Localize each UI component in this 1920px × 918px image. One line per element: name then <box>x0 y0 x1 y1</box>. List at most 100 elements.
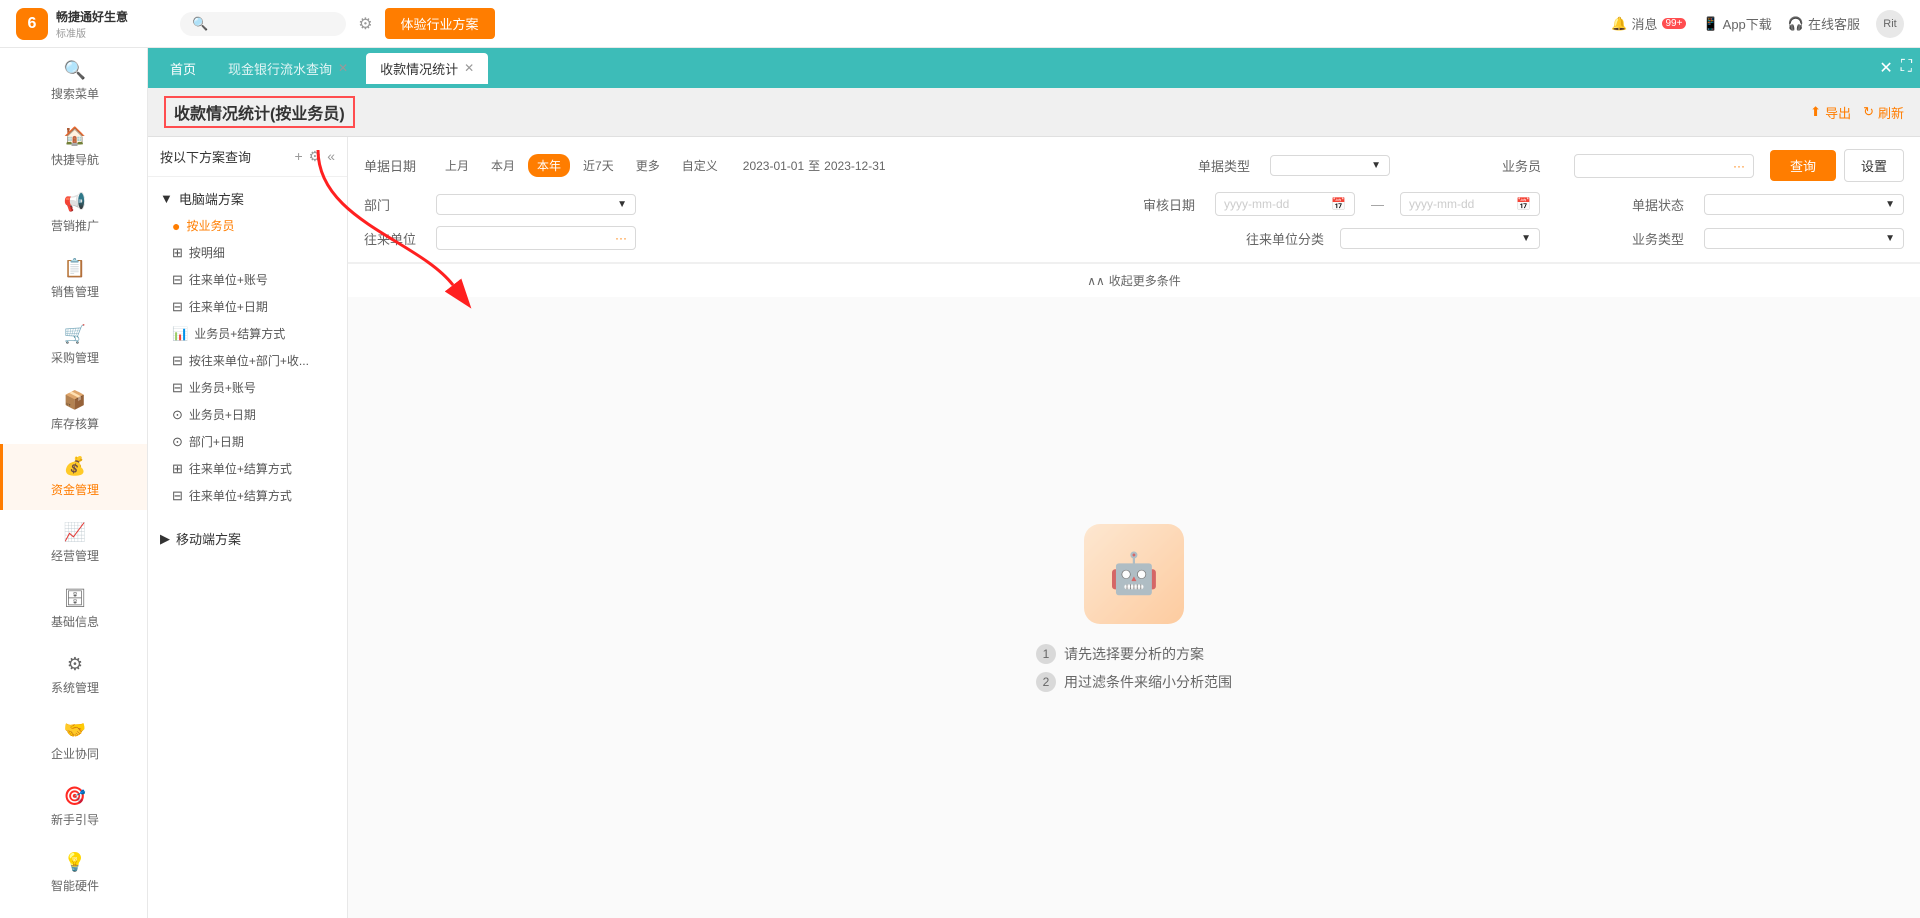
trial-button[interactable]: 体验行业方案 <box>385 8 495 39</box>
sidebar-item-enterprise[interactable]: 🤝 企业协同 <box>0 708 147 774</box>
date-btn-more[interactable]: 更多 <box>627 154 669 177</box>
add-scheme-icon[interactable]: + <box>294 148 302 165</box>
tab-close-all-icon[interactable]: ✕ <box>1879 58 1892 78</box>
dept-date-icon: ⊙ <box>172 434 183 450</box>
bill-status-select[interactable]: ▼ <box>1704 194 1904 215</box>
tree-item-label: 业务员+结算方式 <box>194 325 285 342</box>
salesman-more-icon[interactable]: ··· <box>1733 159 1745 173</box>
sidebar-item-smart-hw[interactable]: 💡 智能硬件 <box>0 840 147 906</box>
tree-item-partner-account[interactable]: ⊟ 往来单位+账号 <box>148 266 347 293</box>
tree-item-salesman-payment[interactable]: 📊 业务员+结算方式 <box>148 320 347 347</box>
main-layout: 🔍 搜索菜单 🏠 快捷导航 📢 营销推广 📋 销售管理 🛒 采购管理 📦 库存核… <box>0 0 1920 918</box>
sidebar: 🔍 搜索菜单 🏠 快捷导航 📢 营销推广 📋 销售管理 🛒 采购管理 📦 库存核… <box>0 48 148 918</box>
tree-item-partner-date[interactable]: ⊟ 往来单位+日期 <box>148 293 347 320</box>
tree-section-mobile-header[interactable]: ▶ 移动端方案 <box>148 525 347 552</box>
app-download[interactable]: 📱 App下载 <box>1702 14 1771 33</box>
export-button[interactable]: ⬆ 导出 <box>1810 103 1851 122</box>
tree-item-partner-payment2[interactable]: ⊟ 往来单位+结算方式 <box>148 482 347 509</box>
tree-item-label: 往来单位+日期 <box>189 298 268 315</box>
salesman-account-icon: ⊟ <box>172 380 183 396</box>
partner-select[interactable]: ··· <box>436 226 636 250</box>
collapse-panel-icon[interactable]: « <box>327 148 335 165</box>
header-search-box[interactable]: 🔍 <box>180 12 346 36</box>
notification-area[interactable]: 🔔 消息 99+ <box>1611 14 1686 33</box>
date-btn-this-year[interactable]: 本年 <box>528 154 570 177</box>
tree-expand-icon: ▼ <box>160 191 173 206</box>
date-btn-this-month[interactable]: 本月 <box>482 154 524 177</box>
settings-icon[interactable]: ⚙ <box>358 14 372 34</box>
sidebar-item-label: 经营管理 <box>51 547 99 564</box>
sidebar-item-wechat[interactable]: 💬 企业微信 <box>0 906 147 918</box>
sidebar-item-inventory[interactable]: 📦 库存核算 <box>0 378 147 444</box>
smart-hw-icon: 💡 <box>64 852 86 873</box>
tab-collection-close[interactable]: ✕ <box>464 61 474 75</box>
export-icon: ⬆ <box>1810 104 1821 120</box>
partner-date-icon: ⊟ <box>172 299 183 315</box>
logo-area: 6 畅捷通好生意 标准版 <box>16 8 164 40</box>
filter-row-3: 往来单位 ··· 往来单位分类 ▼ 业务类型 <box>364 226 1904 250</box>
online-service[interactable]: 🎧 在线客服 <box>1788 14 1860 33</box>
tree-item-by-detail[interactable]: ⊞ 按明细 <box>148 239 347 266</box>
sidebar-item-guide[interactable]: 🎯 新手引导 <box>0 774 147 840</box>
collapse-bar[interactable]: ∧∧ 收起更多条件 <box>348 263 1920 297</box>
search-menu-icon: 🔍 <box>64 60 86 81</box>
tab-home[interactable]: 首页 <box>156 53 210 84</box>
tree-item-partner-payment1[interactable]: ⊞ 往来单位+结算方式 <box>148 455 347 482</box>
phone-icon: 📱 <box>1702 16 1718 32</box>
tree-section-mobile-label: 移动端方案 <box>176 529 241 548</box>
sidebar-item-system[interactable]: ⚙ 系统管理 <box>0 642 147 708</box>
bill-status-label: 单据状态 <box>1632 195 1688 214</box>
refresh-icon: ↻ <box>1863 104 1874 120</box>
date-btn-last-month[interactable]: 上月 <box>436 154 478 177</box>
sidebar-item-sales[interactable]: 📋 销售管理 <box>0 246 147 312</box>
audit-date-start-val: yyyy-mm-dd <box>1224 197 1289 211</box>
tree-section-desktop-header[interactable]: ▼ 电脑端方案 <box>148 185 347 212</box>
calendar-end-icon[interactable]: 📅 <box>1516 197 1531 211</box>
basic-info-icon: 🗄 <box>64 588 87 609</box>
sidebar-item-marketing[interactable]: 📢 营销推广 <box>0 180 147 246</box>
tree-item-partner-dept[interactable]: ⊟ 按往来单位+部门+收... <box>148 347 347 374</box>
tree-item-dept-date[interactable]: ⊙ 部门+日期 <box>148 428 347 455</box>
date-btn-7days[interactable]: 近7天 <box>574 154 623 177</box>
partner-type-select[interactable]: ▼ <box>1340 228 1540 249</box>
partner-payment1-icon: ⊞ <box>172 461 183 477</box>
tab-bank-flow-close[interactable]: ✕ <box>338 61 348 75</box>
main-content: 首页 现金银行流水查询 ✕ 收款情况统计 ✕ ✕ ⛶ 收款情况统计(按业务员) … <box>148 48 1920 918</box>
sidebar-item-operation[interactable]: 📈 经营管理 <box>0 510 147 576</box>
partner-label: 往来单位 <box>364 229 420 248</box>
query-button[interactable]: 查询 <box>1770 150 1836 181</box>
sidebar-item-search[interactable]: 🔍 搜索菜单 <box>0 48 147 114</box>
scheme-settings-icon[interactable]: ⚙ <box>309 148 322 165</box>
sidebar-item-purchase[interactable]: 🛒 采购管理 <box>0 312 147 378</box>
sidebar-item-finance[interactable]: 💰 资金管理 <box>0 444 147 510</box>
sidebar-item-quick-nav[interactable]: 🏠 快捷导航 <box>0 114 147 180</box>
date-btn-custom[interactable]: 自定义 <box>673 154 727 177</box>
tree-item-salesman-account[interactable]: ⊟ 业务员+账号 <box>148 374 347 401</box>
search-input[interactable] <box>214 17 334 31</box>
business-type-select[interactable]: ▼ <box>1704 228 1904 249</box>
avatar[interactable]: Rit <box>1876 10 1904 38</box>
tree-item-by-salesman[interactable]: ● 按业务员 <box>148 212 347 239</box>
refresh-button[interactable]: ↻ 刷新 <box>1863 103 1904 122</box>
tab-collection-label: 收款情况统计 <box>380 59 458 78</box>
calendar-start-icon[interactable]: 📅 <box>1331 197 1346 211</box>
tab-maximize-icon[interactable]: ⛶ <box>1901 58 1912 78</box>
filter-actions: 查询 设置 <box>1770 149 1904 182</box>
tab-collection[interactable]: 收款情况统计 ✕ <box>366 53 488 84</box>
tab-bank-flow[interactable]: 现金银行流水查询 ✕ <box>214 53 362 84</box>
tree-item-salesman-date[interactable]: ⊙ 业务员+日期 <box>148 401 347 428</box>
sidebar-item-label: 营销推广 <box>51 217 99 234</box>
tab-bar-actions: ✕ ⛶ <box>1879 58 1912 78</box>
bill-type-select[interactable]: ▼ <box>1270 155 1390 176</box>
audit-date-start[interactable]: yyyy-mm-dd 📅 <box>1215 192 1355 216</box>
salesman-select[interactable]: ··· <box>1574 154 1754 178</box>
tree-item-label: 业务员+日期 <box>189 406 256 423</box>
setting-button[interactable]: 设置 <box>1844 149 1904 182</box>
dept-select[interactable]: ▼ <box>436 194 636 215</box>
audit-date-end[interactable]: yyyy-mm-dd 📅 <box>1400 192 1540 216</box>
tab-bank-flow-label: 现金银行流水查询 <box>228 59 332 78</box>
purchase-icon: 🛒 <box>64 324 86 345</box>
sidebar-item-basic-info[interactable]: 🗄 基础信息 <box>0 576 147 642</box>
partner-more-icon[interactable]: ··· <box>615 231 627 245</box>
content-area: 按以下方案查询 + ⚙ « ▼ 电脑端方案 ● 按业务员 <box>148 137 1920 918</box>
